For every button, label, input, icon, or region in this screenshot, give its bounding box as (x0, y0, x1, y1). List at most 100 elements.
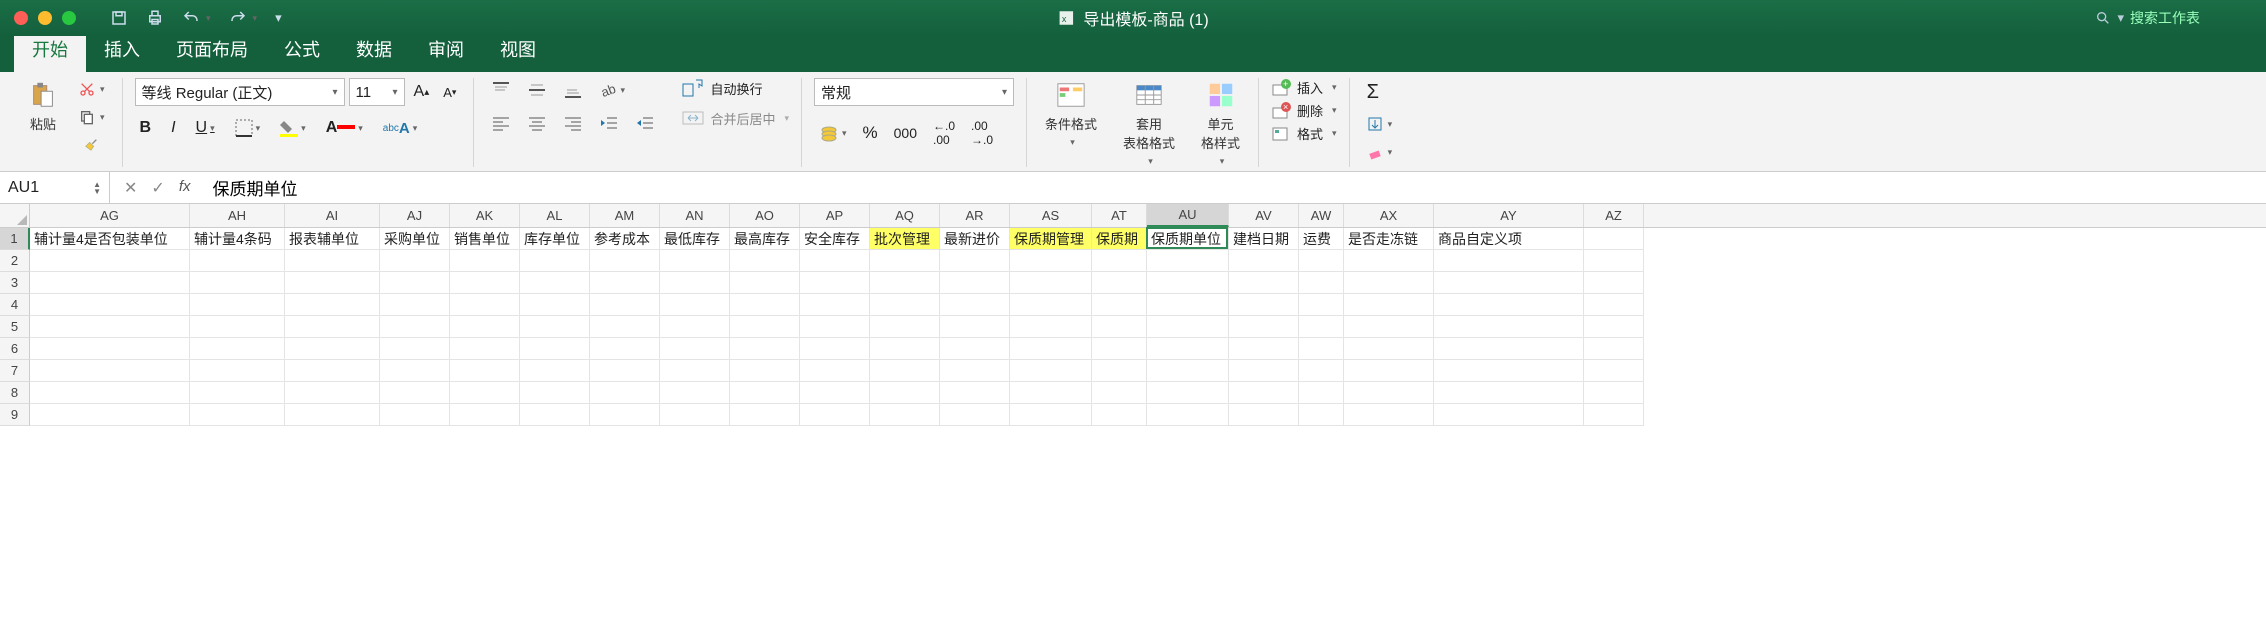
cell-AP5[interactable] (800, 316, 870, 338)
cell-AJ9[interactable] (380, 404, 450, 426)
copy-button[interactable] (72, 106, 110, 128)
font-name-select[interactable]: 等线 Regular (正文)▾ (135, 78, 345, 106)
cell-AV2[interactable] (1229, 250, 1299, 272)
cell-AK8[interactable] (450, 382, 520, 404)
cell-AO7[interactable] (730, 360, 800, 382)
cell-AK1[interactable]: 销售单位 (450, 228, 520, 250)
cell-AV5[interactable] (1229, 316, 1299, 338)
row-header-2[interactable]: 2 (0, 250, 30, 272)
cell-AH6[interactable] (190, 338, 285, 360)
row-header-4[interactable]: 4 (0, 294, 30, 316)
decrease-decimal-button[interactable]: .00→.0 (966, 116, 998, 150)
name-box-stepper[interactable]: ▲▼ (93, 181, 101, 195)
cell-AL4[interactable] (520, 294, 590, 316)
cell-AL9[interactable] (520, 404, 590, 426)
cell-AX2[interactable] (1344, 250, 1434, 272)
cell-AL6[interactable] (520, 338, 590, 360)
cell-AX6[interactable] (1344, 338, 1434, 360)
cell-AL7[interactable] (520, 360, 590, 382)
cell-AJ6[interactable] (380, 338, 450, 360)
cell-AO4[interactable] (730, 294, 800, 316)
cell-AP9[interactable] (800, 404, 870, 426)
cell-AW2[interactable] (1299, 250, 1344, 272)
cell-AL2[interactable] (520, 250, 590, 272)
cell-AO9[interactable] (730, 404, 800, 426)
cell-AQ1[interactable]: 批次管理 (870, 228, 940, 250)
increase-font-button[interactable]: A▴ (409, 80, 435, 104)
column-header-AT[interactable]: AT (1092, 204, 1147, 227)
font-size-select[interactable]: 11▾ (349, 78, 405, 106)
insert-cells-button[interactable]: +插入 (1271, 78, 1337, 97)
cell-AU2[interactable] (1147, 250, 1229, 272)
column-header-AW[interactable]: AW (1299, 204, 1344, 227)
column-header-AK[interactable]: AK (450, 204, 520, 227)
redo-button[interactable] (229, 9, 258, 27)
cell-AI6[interactable] (285, 338, 380, 360)
cell-AT5[interactable] (1092, 316, 1147, 338)
cell-AY3[interactable] (1434, 272, 1584, 294)
column-header-AM[interactable]: AM (590, 204, 660, 227)
cell-AG4[interactable] (30, 294, 190, 316)
cell-AR5[interactable] (940, 316, 1010, 338)
cell-AI8[interactable] (285, 382, 380, 404)
cell-AN8[interactable] (660, 382, 730, 404)
cell-AW3[interactable] (1299, 272, 1344, 294)
cell-AN9[interactable] (660, 404, 730, 426)
cell-AW6[interactable] (1299, 338, 1344, 360)
cell-AG7[interactable] (30, 360, 190, 382)
cell-AV9[interactable] (1229, 404, 1299, 426)
cell-AK2[interactable] (450, 250, 520, 272)
column-header-AJ[interactable]: AJ (380, 204, 450, 227)
cell-AP8[interactable] (800, 382, 870, 404)
cell-AK4[interactable] (450, 294, 520, 316)
cell-AI5[interactable] (285, 316, 380, 338)
cell-AQ8[interactable] (870, 382, 940, 404)
row-header-7[interactable]: 7 (0, 360, 30, 382)
currency-button[interactable] (814, 121, 852, 145)
format-as-table-button[interactable]: 套用 表格格式 (1117, 78, 1181, 169)
cell-AT2[interactable] (1092, 250, 1147, 272)
wrap-text-button[interactable]: 自动换行 (682, 78, 789, 98)
decrease-font-button[interactable]: A▾ (438, 82, 461, 103)
undo-button[interactable] (182, 9, 211, 27)
column-header-AG[interactable]: AG (30, 204, 190, 227)
cell-AG9[interactable] (30, 404, 190, 426)
cell-AV7[interactable] (1229, 360, 1299, 382)
select-all-corner[interactable] (0, 204, 30, 227)
cell-AO6[interactable] (730, 338, 800, 360)
cell-AG2[interactable] (30, 250, 190, 272)
clear-button[interactable] (1362, 141, 1398, 163)
cell-AM2[interactable] (590, 250, 660, 272)
cell-AM7[interactable] (590, 360, 660, 382)
cell-AT1[interactable]: 保质期 (1092, 228, 1147, 250)
search-input[interactable] (2130, 10, 2250, 26)
cell-AQ7[interactable] (870, 360, 940, 382)
search-box[interactable]: ▾ (2095, 10, 2250, 26)
cell-AT8[interactable] (1092, 382, 1147, 404)
cell-AG1[interactable]: 辅计量4是否包装单位 (30, 228, 190, 250)
cell-AO8[interactable] (730, 382, 800, 404)
cell-AH1[interactable]: 辅计量4条码 (190, 228, 285, 250)
cell-AM3[interactable] (590, 272, 660, 294)
column-header-AN[interactable]: AN (660, 204, 730, 227)
cell-AV1[interactable]: 建档日期 (1229, 228, 1299, 250)
number-format-select[interactable]: 常规▾ (814, 78, 1014, 106)
close-window-button[interactable] (14, 11, 28, 25)
cell-AZ8[interactable] (1584, 382, 1644, 404)
cell-AS3[interactable] (1010, 272, 1092, 294)
cell-AS1[interactable]: 保质期管理 (1010, 228, 1092, 250)
cell-AT4[interactable] (1092, 294, 1147, 316)
cell-AR2[interactable] (940, 250, 1010, 272)
cell-AN3[interactable] (660, 272, 730, 294)
align-middle-button[interactable] (522, 78, 552, 102)
cell-AJ4[interactable] (380, 294, 450, 316)
cell-AH9[interactable] (190, 404, 285, 426)
cell-AI9[interactable] (285, 404, 380, 426)
cancel-formula-button[interactable]: ✕ (124, 178, 137, 198)
cells-area[interactable]: 辅计量4是否包装单位辅计量4条码报表辅单位采购单位销售单位库存单位参考成本最低库… (30, 228, 1644, 426)
cell-AM9[interactable] (590, 404, 660, 426)
cell-AR8[interactable] (940, 382, 1010, 404)
cell-AZ9[interactable] (1584, 404, 1644, 426)
border-button[interactable] (230, 116, 266, 140)
minimize-window-button[interactable] (38, 11, 52, 25)
